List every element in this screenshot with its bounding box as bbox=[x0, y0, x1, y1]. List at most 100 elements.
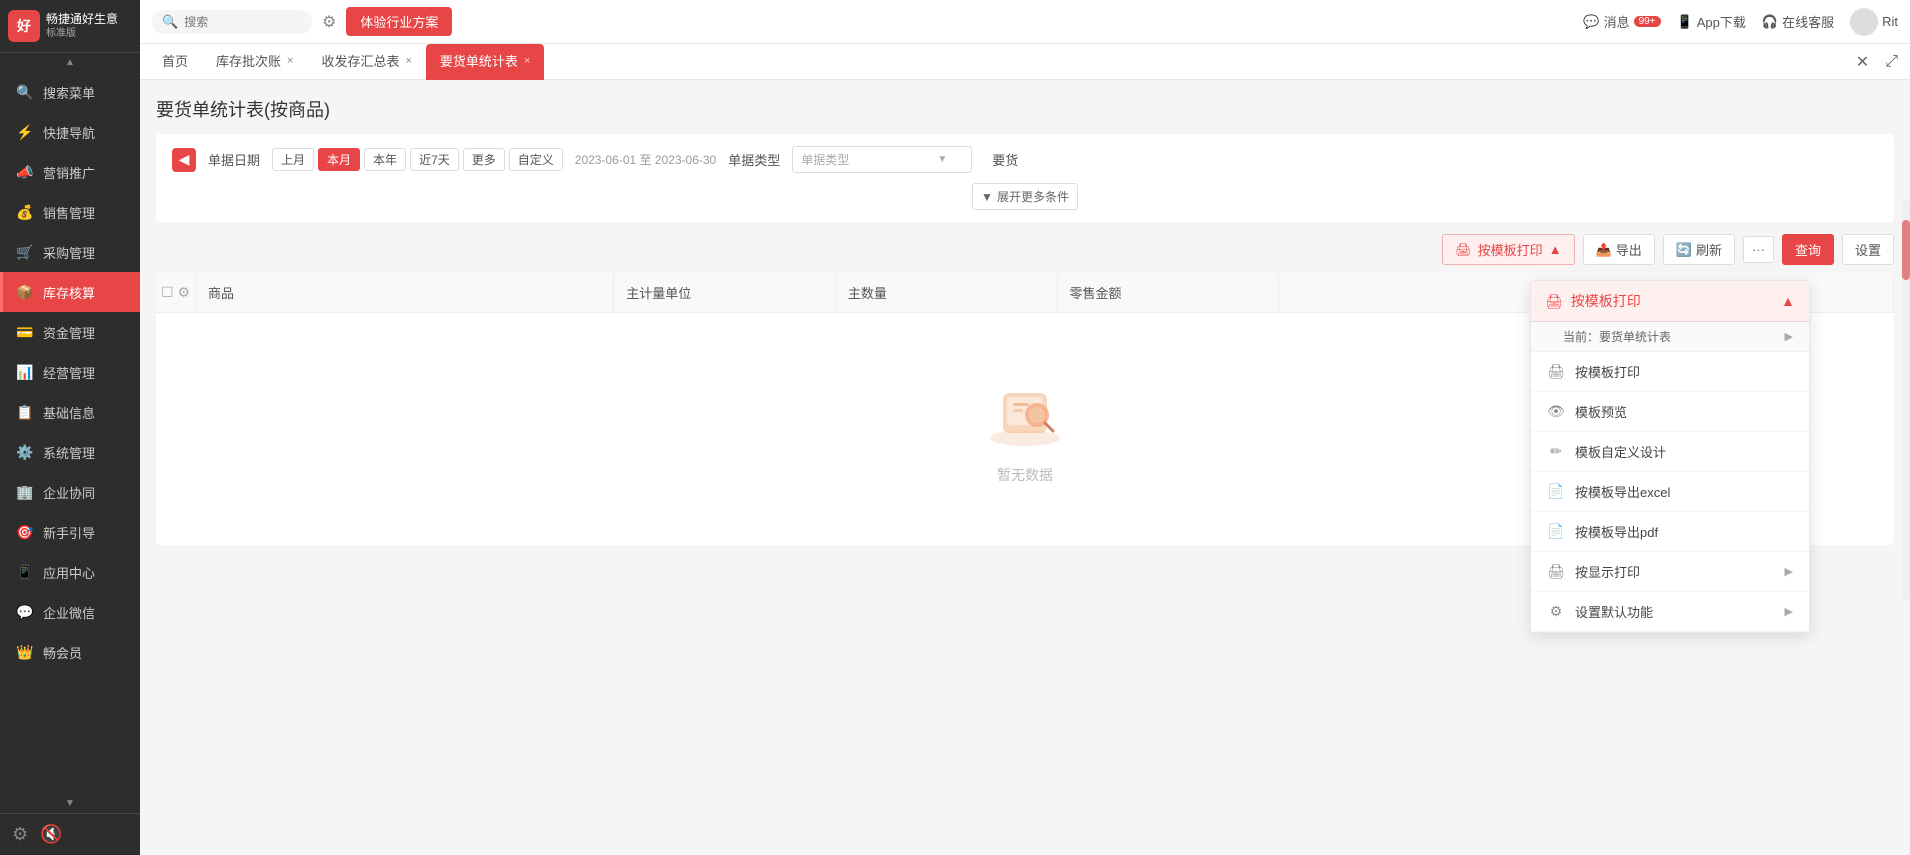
sidebar-item-quick-nav[interactable]: ⚡ 快捷导航 bbox=[0, 112, 140, 152]
message-btn[interactable]: 💬 消息 99+ bbox=[1583, 12, 1660, 31]
export-pdf-icon: 📄 bbox=[1547, 523, 1565, 540]
dropdown-close-btn[interactable]: ▲ bbox=[1781, 293, 1795, 309]
current-year-btn[interactable]: 本年 bbox=[364, 148, 406, 171]
wechat-icon: 💬 bbox=[15, 602, 35, 622]
topbar: 🔍 ⚙ 体验行业方案 💬 消息 99+ 📱 App下载 🎧 在线客服 Rit bbox=[140, 0, 1910, 44]
basic-icon: 📋 bbox=[15, 402, 35, 422]
tab-receipt-summary[interactable]: 收发存汇总表 × bbox=[307, 44, 425, 80]
sidebar-item-operation[interactable]: 📊 经营管理 bbox=[0, 352, 140, 392]
header-gear-icon[interactable]: ⚙ bbox=[178, 284, 191, 301]
topbar-gear-icon[interactable]: ⚙ bbox=[322, 12, 336, 32]
sidebar-label-operation: 经营管理 bbox=[43, 363, 95, 382]
expand-more-btn[interactable]: ▼ 展开更多条件 bbox=[972, 183, 1078, 210]
sidebar-item-sales[interactable]: 💰 销售管理 bbox=[0, 192, 140, 232]
dropdown-item-template-custom[interactable]: ✏ 模板自定义设计 bbox=[1531, 432, 1809, 472]
filter-collapse-btn[interactable]: ◀ bbox=[172, 148, 196, 172]
sidebar-scroll-down[interactable]: ▼ bbox=[0, 794, 140, 813]
th-amount: 零售金额 bbox=[1058, 273, 1280, 312]
dropdown-header[interactable]: 🖨 按模板打印 ▲ bbox=[1531, 281, 1809, 322]
sales-icon: 💰 bbox=[15, 202, 35, 222]
sidebar-item-basic[interactable]: 📋 基础信息 bbox=[0, 392, 140, 432]
dropdown-item-export-excel[interactable]: 📄 按模板导出excel bbox=[1531, 472, 1809, 512]
trial-btn[interactable]: 体验行业方案 bbox=[346, 7, 452, 36]
sidebar-item-marketing[interactable]: 📣 营销推广 bbox=[0, 152, 140, 192]
type-select[interactable]: 单据类型 ▼ bbox=[792, 146, 972, 173]
template-print-label: 按模板打印 bbox=[1575, 362, 1640, 381]
search-icon: 🔍 bbox=[15, 82, 35, 102]
sidebar-label-sales: 销售管理 bbox=[43, 203, 95, 222]
sidebar-item-appstore[interactable]: 📱 应用中心 bbox=[0, 552, 140, 592]
dropdown-item-default-func[interactable]: ⚙ 设置默认功能 ▶ bbox=[1531, 592, 1809, 632]
sidebar-item-wechat[interactable]: 💬 企业微信 bbox=[0, 592, 140, 632]
custom-date-btn[interactable]: 自定义 bbox=[509, 148, 563, 171]
tab-order-stats[interactable]: 要货单统计表 × bbox=[426, 44, 544, 80]
default-func-arrow: ▶ bbox=[1785, 605, 1793, 618]
settings-gear-icon[interactable]: ⚙ bbox=[12, 824, 28, 845]
sidebar-item-enterprise[interactable]: 🏢 企业协同 bbox=[0, 472, 140, 512]
online-service-btn[interactable]: 🎧 在线客服 bbox=[1762, 12, 1834, 31]
app-logo: 好 畅捷通好生意 标准版 bbox=[0, 0, 140, 53]
guide-icon: 🎯 bbox=[15, 522, 35, 542]
user-avatar[interactable]: Rit bbox=[1850, 8, 1898, 36]
export-icon: 📤 bbox=[1596, 242, 1612, 258]
dropdown-current-item[interactable]: 当前：要货单统计表 ▶ bbox=[1531, 322, 1809, 352]
sidebar-item-finance[interactable]: 💳 资金管理 bbox=[0, 312, 140, 352]
current-month-btn[interactable]: 本月 bbox=[318, 148, 360, 171]
tabs-right: ✕ ⤢ bbox=[1852, 50, 1902, 74]
dropdown-item-export-pdf[interactable]: 📄 按模板导出pdf bbox=[1531, 512, 1809, 552]
header-check-icon[interactable]: ☐ bbox=[161, 284, 174, 301]
last7-btn[interactable]: 近7天 bbox=[410, 148, 459, 171]
topbar-search-input[interactable] bbox=[184, 15, 302, 29]
refresh-btn[interactable]: 🔄 刷新 bbox=[1663, 234, 1735, 265]
sidebar: 好 畅捷通好生意 标准版 ▲ 🔍 搜索菜单 ⚡ 快捷导航 📣 营销推广 💰 销售… bbox=[0, 0, 140, 855]
app-version: 标准版 bbox=[46, 27, 118, 40]
sidebar-item-search[interactable]: 🔍 搜索菜单 bbox=[0, 72, 140, 112]
sidebar-item-system[interactable]: ⚙️ 系统管理 bbox=[0, 432, 140, 472]
default-func-label: 设置默认功能 bbox=[1575, 602, 1653, 621]
sidebar-scroll-up[interactable]: ▲ bbox=[0, 53, 140, 72]
expand-tabs-btn[interactable]: ⤢ bbox=[1881, 51, 1902, 73]
filter-panel: ◀ 单据日期 上月 本月 本年 近7天 更多 自定义 2023-06-01 至 … bbox=[156, 134, 1894, 222]
sound-icon[interactable]: 🔇 bbox=[40, 824, 62, 845]
toolbar: 🖨 按模板打印 ▲ 📤 导出 🔄 刷新 ··· 查询 设置 bbox=[156, 234, 1894, 265]
app-download-btn[interactable]: 📱 App下载 bbox=[1677, 12, 1746, 31]
sidebar-label-basic: 基础信息 bbox=[43, 403, 95, 422]
sidebar-item-purchase[interactable]: 🛒 采购管理 bbox=[0, 232, 140, 272]
main-content: 🔍 ⚙ 体验行业方案 💬 消息 99+ 📱 App下载 🎧 在线客服 Rit bbox=[140, 0, 1910, 855]
system-icon: ⚙️ bbox=[15, 442, 35, 462]
sidebar-label-system: 系统管理 bbox=[43, 443, 95, 462]
tab-order-stats-close[interactable]: × bbox=[524, 55, 530, 67]
tab-receipt-summary-close[interactable]: × bbox=[405, 55, 411, 67]
type-select-arrow: ▼ bbox=[937, 154, 947, 165]
dropdown-title: 按模板打印 bbox=[1571, 291, 1641, 311]
more-date-btn[interactable]: 更多 bbox=[463, 148, 505, 171]
tab-batch-account[interactable]: 库存批次账 × bbox=[202, 44, 307, 80]
avatar-img bbox=[1850, 8, 1878, 36]
table-settings-btn[interactable]: 设置 bbox=[1842, 234, 1894, 265]
template-print-icon: 🖨 bbox=[1547, 363, 1565, 380]
inventory-icon: 📦 bbox=[15, 282, 35, 302]
tab-batch-account-label: 库存批次账 bbox=[216, 51, 281, 70]
sidebar-item-inventory[interactable]: 📦 库存核算 bbox=[0, 272, 140, 312]
export-btn[interactable]: 📤 导出 bbox=[1583, 234, 1655, 265]
topbar-search-box[interactable]: 🔍 bbox=[152, 10, 312, 34]
dropdown-item-display-print[interactable]: 🖨 按显示打印 ▶ bbox=[1531, 552, 1809, 592]
dropdown-item-template-preview[interactable]: 👁 模板预览 bbox=[1531, 392, 1809, 432]
print-icon: 🖨 bbox=[1455, 242, 1472, 258]
template-preview-label: 模板预览 bbox=[1575, 402, 1627, 421]
sidebar-label-purchase: 采购管理 bbox=[43, 243, 95, 262]
sidebar-item-member[interactable]: 👑 畅会员 bbox=[0, 632, 140, 672]
close-all-tabs-btn[interactable]: ✕ bbox=[1852, 50, 1873, 74]
print-template-btn[interactable]: 🖨 按模板打印 ▲ bbox=[1442, 234, 1574, 265]
type-select-value: 单据类型 bbox=[801, 151, 929, 168]
more-actions-btn[interactable]: ··· bbox=[1743, 236, 1774, 263]
right-scrollbar[interactable] bbox=[1902, 200, 1910, 600]
query-btn[interactable]: 查询 bbox=[1782, 234, 1834, 265]
tab-home[interactable]: 首页 bbox=[148, 44, 202, 80]
sidebar-item-guide[interactable]: 🎯 新手引导 bbox=[0, 512, 140, 552]
tab-batch-account-close[interactable]: × bbox=[287, 55, 293, 67]
dropdown-item-template-print[interactable]: 🖨 按模板打印 bbox=[1531, 352, 1809, 392]
tab-home-label: 首页 bbox=[162, 51, 188, 70]
filter-row: ◀ 单据日期 上月 本月 本年 近7天 更多 自定义 2023-06-01 至 … bbox=[172, 146, 1878, 173]
prev-month-btn[interactable]: 上月 bbox=[272, 148, 314, 171]
